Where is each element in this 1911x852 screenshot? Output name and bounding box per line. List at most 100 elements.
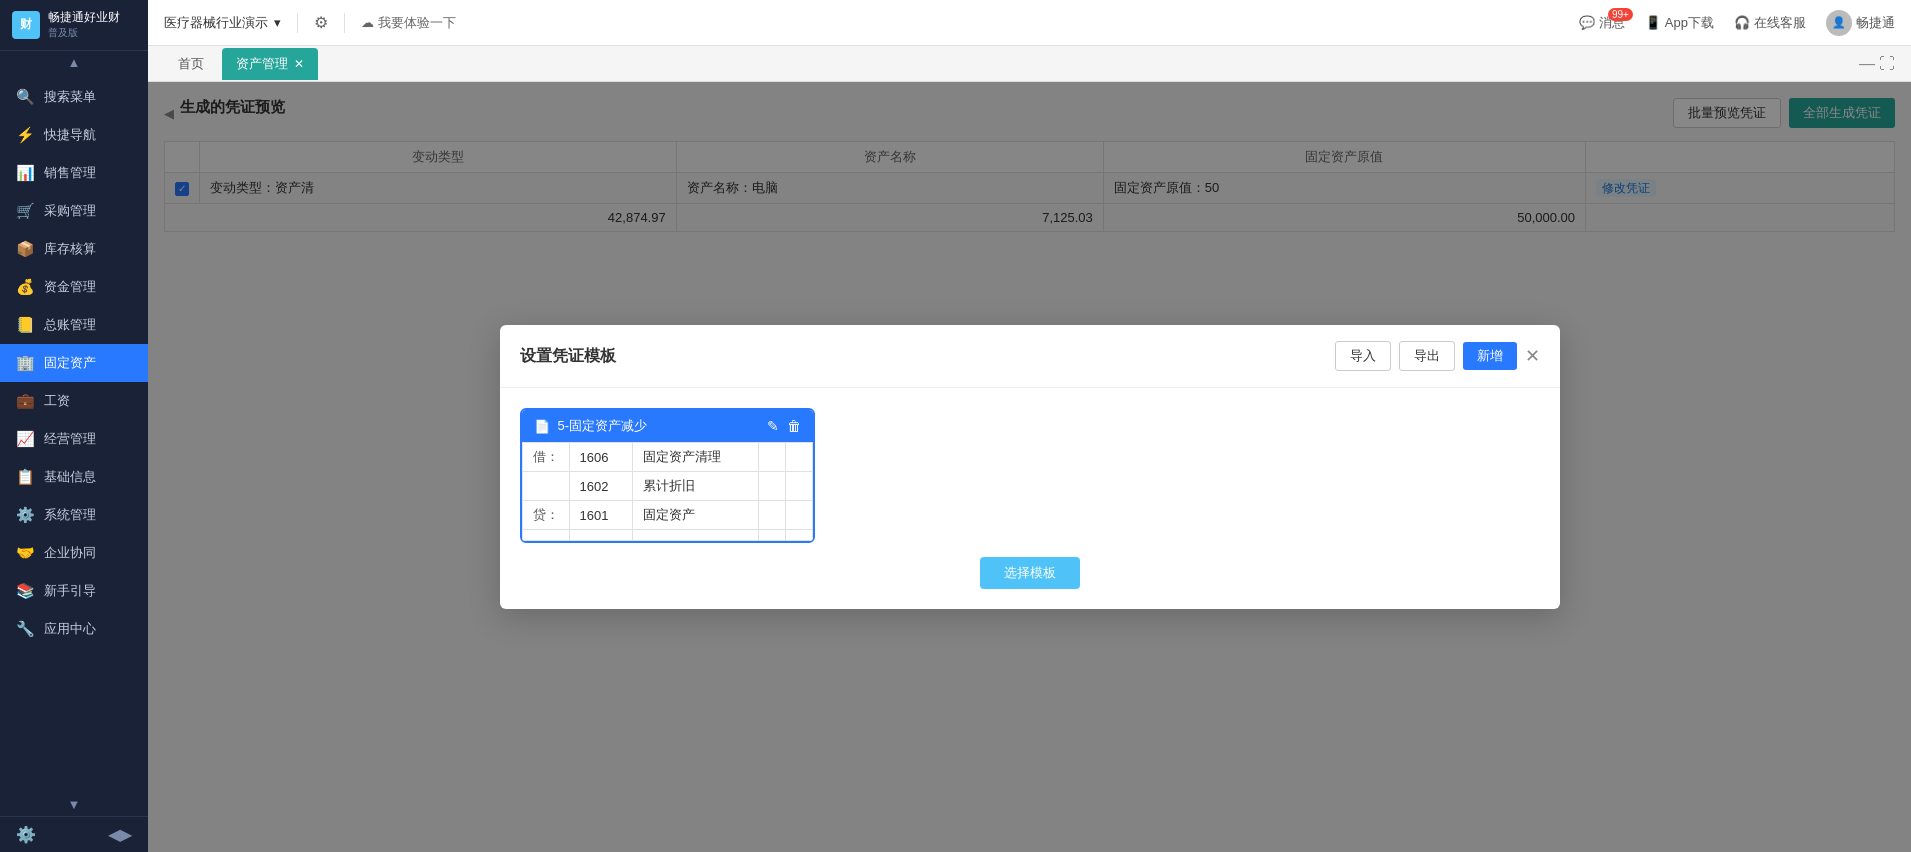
sidebar-item-payroll[interactable]: 💼 工资	[0, 382, 148, 420]
entry-debit-1	[759, 443, 786, 472]
sidebar-item-label: 基础信息	[44, 468, 96, 486]
sidebar-item-guide[interactable]: 📚 新手引导	[0, 572, 148, 610]
template-entries-table: 借： 1606 固定资产清理 1602	[522, 442, 813, 541]
basic-info-icon: 📋	[16, 468, 34, 486]
online-service-btn[interactable]: 🎧 在线客服	[1734, 14, 1806, 32]
sidebar: 财 畅捷通好业财 普及版 ▲ 🔍 搜索菜单 ⚡ 快捷导航 📊 销售管理 🛒 采购…	[0, 0, 148, 852]
import-btn[interactable]: 导入	[1335, 341, 1391, 371]
collapse-icon[interactable]: ◀▶	[108, 825, 132, 844]
fixed-assets-icon: 🏢	[16, 354, 34, 372]
tab-asset-label: 资产管理	[236, 55, 288, 73]
sidebar-item-label: 销售管理	[44, 164, 96, 182]
template-doc-icon: 📄	[534, 419, 550, 434]
sidebar-item-sales[interactable]: 📊 销售管理	[0, 154, 148, 192]
main-area: 医疗器械行业演示 ▾ ⚙ ☁ 我要体验一下 💬 消息 99+ 📱 App下载 🎧…	[148, 0, 1911, 852]
sidebar-item-label: 新手引导	[44, 582, 96, 600]
search-icon: 🔍	[16, 88, 34, 106]
entry-credit-1	[785, 443, 812, 472]
app-download-btn[interactable]: 📱 App下载	[1645, 14, 1714, 32]
sidebar-item-purchase[interactable]: 🛒 采购管理	[0, 192, 148, 230]
sidebar-nav: 🔍 搜索菜单 ⚡ 快捷导航 📊 销售管理 🛒 采购管理 📦 库存核算 💰 资金管…	[0, 74, 148, 793]
system-icon: ⚙️	[16, 506, 34, 524]
sidebar-item-system[interactable]: ⚙️ 系统管理	[0, 496, 148, 534]
sales-icon: 📊	[16, 164, 34, 182]
purchase-icon: 🛒	[16, 202, 34, 220]
sidebar-footer: ⚙️ ◀▶	[0, 816, 148, 852]
settings-icon[interactable]: ⚙️	[16, 825, 36, 844]
tab-home[interactable]: 首页	[164, 48, 218, 80]
topbar-divider-2	[344, 13, 345, 33]
sidebar-item-inventory[interactable]: 📦 库存核算	[0, 230, 148, 268]
modal-title: 设置凭证模板	[520, 346, 616, 367]
messages-btn[interactable]: 💬 消息 99+	[1579, 14, 1625, 32]
user-profile-btn[interactable]: 👤 畅捷通	[1826, 10, 1895, 36]
messages-icon: 💬	[1579, 15, 1595, 30]
entry-name-2: 累计折旧	[633, 472, 759, 501]
sidebar-item-enterprise[interactable]: 🤝 企业协同	[0, 534, 148, 572]
tab-asset-management[interactable]: 资产管理 ✕	[222, 48, 318, 80]
new-btn[interactable]: 新增	[1463, 342, 1517, 370]
template-card-body: 借： 1606 固定资产清理 1602	[522, 442, 813, 541]
entry-code-2: 1602	[569, 472, 633, 501]
sidebar-item-label: 总账管理	[44, 316, 96, 334]
ledger-icon: 📒	[16, 316, 34, 334]
sidebar-scroll-up[interactable]: ▲	[0, 51, 148, 74]
sidebar-item-label: 资金管理	[44, 278, 96, 296]
payroll-icon: 💼	[16, 392, 34, 410]
tab-home-label: 首页	[178, 55, 204, 73]
entry-code-1: 1606	[569, 443, 633, 472]
modal-header: 设置凭证模板 导入 导出 新增 ✕	[500, 325, 1560, 388]
modal-overlay[interactable]: 设置凭证模板 导入 导出 新增 ✕ 📄 5-固定资产减少	[148, 82, 1911, 852]
app-edition: 普及版	[48, 26, 120, 40]
sidebar-item-quick-nav[interactable]: ⚡ 快捷导航	[0, 116, 148, 154]
sidebar-item-label: 经营管理	[44, 430, 96, 448]
sidebar-item-label: 企业协同	[44, 544, 96, 562]
template-card: 📄 5-固定资产减少 ✎ 🗑 借：	[520, 408, 815, 543]
sidebar-header: 财 畅捷通好业财 普及版	[0, 0, 148, 51]
tab-minimize-btn[interactable]: —	[1859, 55, 1875, 73]
template-card-header-actions: ✎ 🗑	[767, 418, 801, 434]
tabbar: 首页 资产管理 ✕ — ⛶	[148, 46, 1911, 82]
topbar-right: 💬 消息 99+ 📱 App下载 🎧 在线客服 👤 畅捷通	[1579, 10, 1895, 36]
entry-code-3: 1601	[569, 501, 633, 530]
app-logo: 财	[12, 11, 40, 39]
sidebar-item-fixed-assets[interactable]: 🏢 固定资产	[0, 344, 148, 382]
service-icon: 🎧	[1734, 15, 1750, 30]
template-entry-row: 1602 累计折旧	[522, 472, 812, 501]
select-template-btn[interactable]: 选择模板	[980, 557, 1080, 589]
entry-name-3: 固定资产	[633, 501, 759, 530]
entry-credit-2	[785, 472, 812, 501]
sidebar-scroll-down[interactable]: ▼	[0, 793, 148, 816]
template-entry-row: 借： 1606 固定资产清理	[522, 443, 812, 472]
template-edit-btn[interactable]: ✎	[767, 418, 779, 434]
export-btn[interactable]: 导出	[1399, 341, 1455, 371]
sidebar-item-search[interactable]: 🔍 搜索菜单	[0, 78, 148, 116]
template-delete-btn[interactable]: 🗑	[787, 418, 801, 434]
company-selector[interactable]: 医疗器械行业演示 ▾	[164, 14, 281, 32]
entry-credit-3	[785, 501, 812, 530]
sidebar-item-operations[interactable]: 📈 经营管理	[0, 420, 148, 458]
sidebar-item-ledger[interactable]: 📒 总账管理	[0, 306, 148, 344]
template-entry-row: 贷： 1601 固定资产	[522, 501, 812, 530]
topbar-divider-1	[297, 13, 298, 33]
experience-btn[interactable]: ☁ 我要体验一下	[361, 14, 456, 32]
modal-close-btn[interactable]: ✕	[1525, 345, 1540, 367]
sidebar-item-label: 应用中心	[44, 620, 96, 638]
sidebar-item-label: 固定资产	[44, 354, 96, 372]
enterprise-icon: 🤝	[16, 544, 34, 562]
operations-icon: 📈	[16, 430, 34, 448]
sidebar-item-label: 搜索菜单	[44, 88, 96, 106]
settings-gear-icon[interactable]: ⚙	[314, 13, 328, 32]
tab-maximize-btn[interactable]: ⛶	[1879, 55, 1895, 73]
cloud-icon: ☁	[361, 15, 374, 30]
sidebar-item-basic-info[interactable]: 📋 基础信息	[0, 458, 148, 496]
company-name: 医疗器械行业演示	[164, 14, 268, 32]
sidebar-item-label: 快捷导航	[44, 126, 96, 144]
sidebar-item-label: 系统管理	[44, 506, 96, 524]
sidebar-item-finance[interactable]: 💰 资金管理	[0, 268, 148, 306]
tab-close-icon[interactable]: ✕	[294, 57, 304, 71]
template-card-header: 📄 5-固定资产减少 ✎ 🗑	[522, 410, 813, 442]
company-dropdown-icon: ▾	[274, 15, 281, 30]
inventory-icon: 📦	[16, 240, 34, 258]
sidebar-item-app-center[interactable]: 🔧 应用中心	[0, 610, 148, 648]
